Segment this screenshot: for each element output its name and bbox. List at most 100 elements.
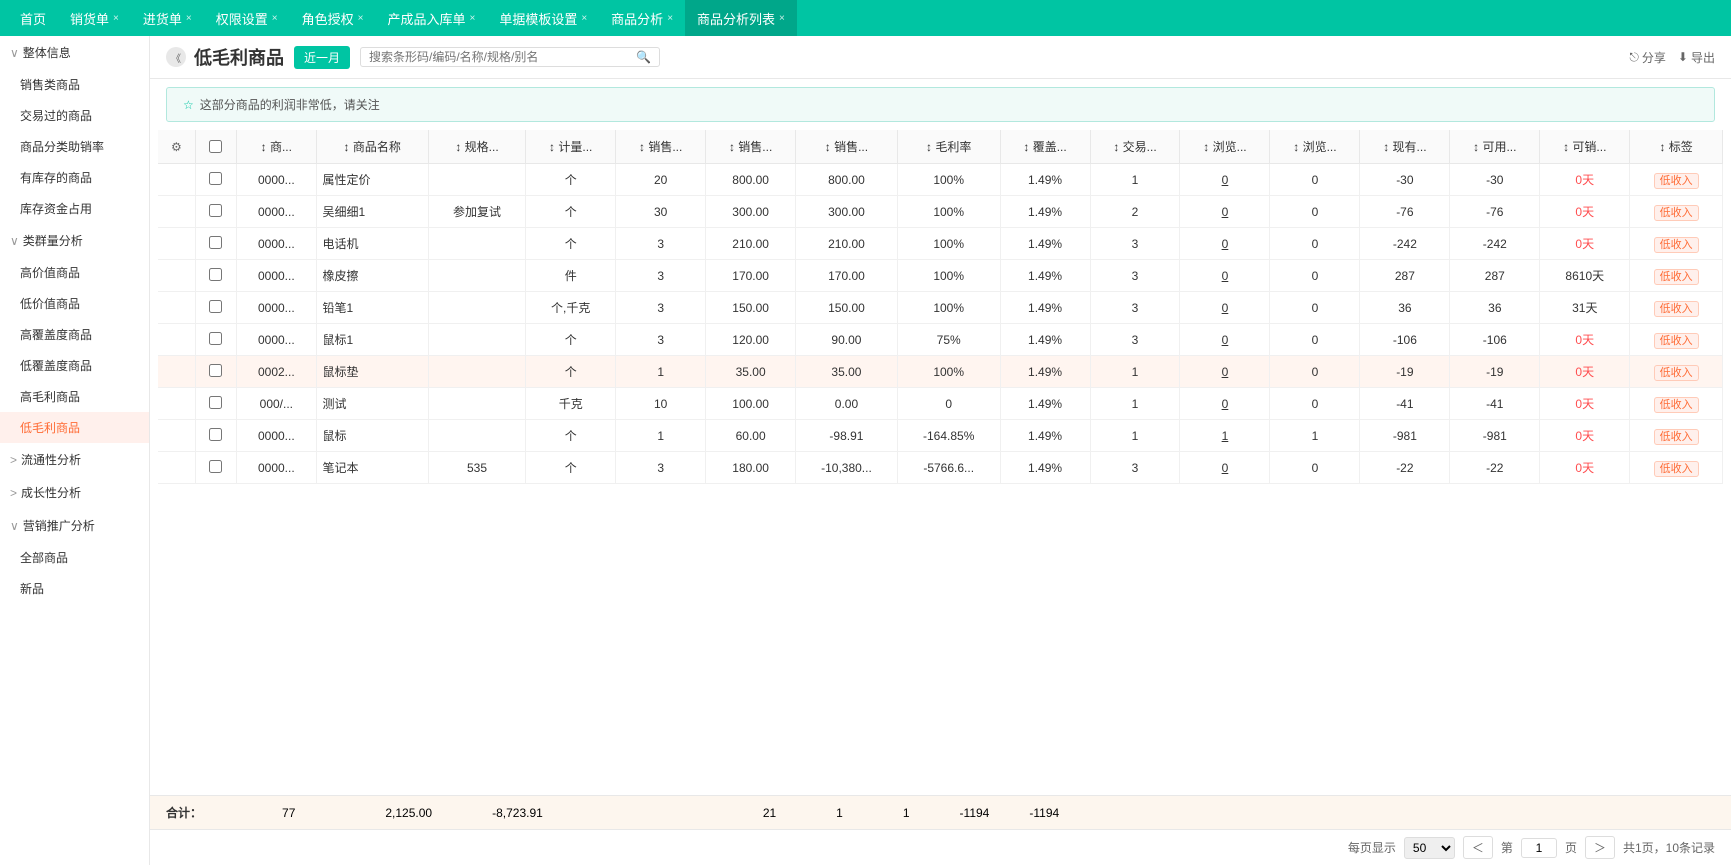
sidebar-item[interactable]: 新品 — [0, 573, 149, 604]
export-button[interactable]: ⬇ 导出 — [1678, 49, 1715, 66]
row-browse1[interactable]: 0 — [1180, 388, 1270, 420]
row-select-checkbox[interactable] — [209, 428, 222, 441]
row-spec: 535 — [428, 452, 525, 484]
nav-item[interactable]: 角色授权× — [290, 0, 376, 36]
row-select-checkbox[interactable] — [209, 396, 222, 409]
sidebar-item[interactable]: 销售类商品 — [0, 69, 149, 100]
col-sales-amount[interactable]: ↕ 销售... — [796, 130, 898, 164]
per-page-select[interactable]: 50 100 200 — [1404, 837, 1455, 859]
search-icon[interactable]: 🔍 — [636, 50, 651, 64]
prev-page-button[interactable]: ＜ — [1463, 836, 1493, 859]
sidebar-section-header[interactable]: ∨整体信息 — [0, 36, 149, 69]
nav-close-icon[interactable]: × — [113, 13, 119, 24]
sidebar-item[interactable]: 交易过的商品 — [0, 100, 149, 131]
col-browse2[interactable]: ↕ 浏览... — [1270, 130, 1360, 164]
row-unit: 个 — [526, 452, 616, 484]
col-available[interactable]: ↕ 可用... — [1450, 130, 1540, 164]
sidebar-section-header[interactable]: >流通性分析 — [0, 443, 149, 476]
nav-close-icon[interactable]: × — [469, 13, 475, 24]
sidebar-section-header[interactable]: ∨营销推广分析 — [0, 509, 149, 542]
row-select-checkbox[interactable] — [209, 204, 222, 217]
nav-item[interactable]: 商品分析列表× — [685, 0, 797, 36]
next-page-button[interactable]: ＞ — [1585, 836, 1615, 859]
col-name[interactable]: ↕ 商品名称 — [316, 130, 428, 164]
sidebar-section-header[interactable]: >成长性分析 — [0, 476, 149, 509]
row-browse1[interactable]: 0 — [1180, 164, 1270, 196]
nav-item[interactable]: 产成品入库单× — [375, 0, 487, 36]
row-select-checkbox[interactable] — [209, 172, 222, 185]
row-browse1[interactable]: 0 — [1180, 452, 1270, 484]
row-select-checkbox[interactable] — [209, 332, 222, 345]
date-filter-button[interactable]: 近一月 — [294, 46, 350, 69]
row-browse1[interactable]: 0 — [1180, 356, 1270, 388]
nav-item[interactable]: 单据模板设置× — [487, 0, 599, 36]
sidebar-item[interactable]: 低价值商品 — [0, 288, 149, 319]
row-sales-qty: 1 — [616, 356, 706, 388]
col-gross-rate[interactable]: ↕ 毛利率 — [897, 130, 1000, 164]
nav-close-icon[interactable]: × — [358, 13, 364, 24]
row-checkbox[interactable] — [195, 356, 237, 388]
sidebar-item[interactable]: 低覆盖度商品 — [0, 350, 149, 381]
row-checkbox[interactable] — [195, 196, 237, 228]
row-browse1[interactable]: 0 — [1180, 196, 1270, 228]
sidebar-item[interactable]: 高覆盖度商品 — [0, 319, 149, 350]
col-code[interactable]: ↕ 商... — [237, 130, 316, 164]
col-settings[interactable]: ⚙ — [158, 130, 195, 164]
col-current-stock[interactable]: ↕ 现有... — [1360, 130, 1450, 164]
row-checkbox[interactable] — [195, 260, 237, 292]
row-browse1[interactable]: 0 — [1180, 292, 1270, 324]
col-tag[interactable]: ↕ 标签 — [1630, 130, 1723, 164]
select-all-checkbox[interactable] — [209, 140, 222, 153]
page-label: 第 — [1501, 839, 1513, 856]
col-browse1[interactable]: ↕ 浏览... — [1180, 130, 1270, 164]
sidebar-collapse-btn[interactable]: 《 — [166, 47, 186, 67]
row-checkbox[interactable] — [195, 452, 237, 484]
col-unit[interactable]: ↕ 计量... — [526, 130, 616, 164]
footer-sales-qty: 77 — [222, 806, 355, 820]
row-checkbox[interactable] — [195, 324, 237, 356]
nav-item[interactable]: 首页 — [8, 0, 58, 36]
sidebar-item[interactable]: 有库存的商品 — [0, 162, 149, 193]
row-select-checkbox[interactable] — [209, 460, 222, 473]
sidebar-item[interactable]: 高毛利商品 — [0, 381, 149, 412]
nav-item[interactable]: 权限设置× — [204, 0, 290, 36]
sidebar-item[interactable]: 全部商品 — [0, 542, 149, 573]
col-sales-qty[interactable]: ↕ 销售... — [616, 130, 706, 164]
col-trade[interactable]: ↕ 交易... — [1090, 130, 1180, 164]
col-checkbox[interactable] — [195, 130, 237, 164]
row-select-checkbox[interactable] — [209, 364, 222, 377]
sidebar-item[interactable]: 商品分类助销率 — [0, 131, 149, 162]
nav-item[interactable]: 销货单× — [58, 0, 131, 36]
nav-item[interactable]: 商品分析× — [599, 0, 685, 36]
row-select-checkbox[interactable] — [209, 236, 222, 249]
row-browse1[interactable]: 0 — [1180, 324, 1270, 356]
nav-close-icon[interactable]: × — [779, 13, 785, 24]
nav-close-icon[interactable]: × — [667, 13, 673, 24]
row-checkbox[interactable] — [195, 164, 237, 196]
row-tag: 低收入 — [1630, 388, 1723, 420]
search-input[interactable] — [369, 50, 632, 64]
page-input[interactable] — [1521, 838, 1557, 858]
sidebar-item[interactable]: 高价值商品 — [0, 257, 149, 288]
row-browse1[interactable]: 1 — [1180, 420, 1270, 452]
col-sales-price[interactable]: ↕ 销售... — [706, 130, 796, 164]
nav-close-icon[interactable]: × — [186, 13, 192, 24]
nav-close-icon[interactable]: × — [581, 13, 587, 24]
nav-item[interactable]: 进货单× — [131, 0, 204, 36]
row-select-checkbox[interactable] — [209, 268, 222, 281]
row-checkbox[interactable] — [195, 228, 237, 260]
col-saleable[interactable]: ↕ 可销... — [1540, 130, 1630, 164]
row-select-checkbox[interactable] — [209, 300, 222, 313]
row-browse1[interactable]: 0 — [1180, 260, 1270, 292]
col-spec[interactable]: ↕ 规格... — [428, 130, 525, 164]
nav-close-icon[interactable]: × — [272, 13, 278, 24]
sidebar-item[interactable]: 低毛利商品 — [0, 412, 149, 443]
row-checkbox[interactable] — [195, 388, 237, 420]
col-cover-rate[interactable]: ↕ 覆盖... — [1000, 130, 1090, 164]
sidebar-item[interactable]: 库存资金占用 — [0, 193, 149, 224]
share-button[interactable]: ⎋ 分享 — [1629, 49, 1666, 66]
row-checkbox[interactable] — [195, 292, 237, 324]
row-checkbox[interactable] — [195, 420, 237, 452]
sidebar-section-header[interactable]: ∨类群量分析 — [0, 224, 149, 257]
row-browse1[interactable]: 0 — [1180, 228, 1270, 260]
